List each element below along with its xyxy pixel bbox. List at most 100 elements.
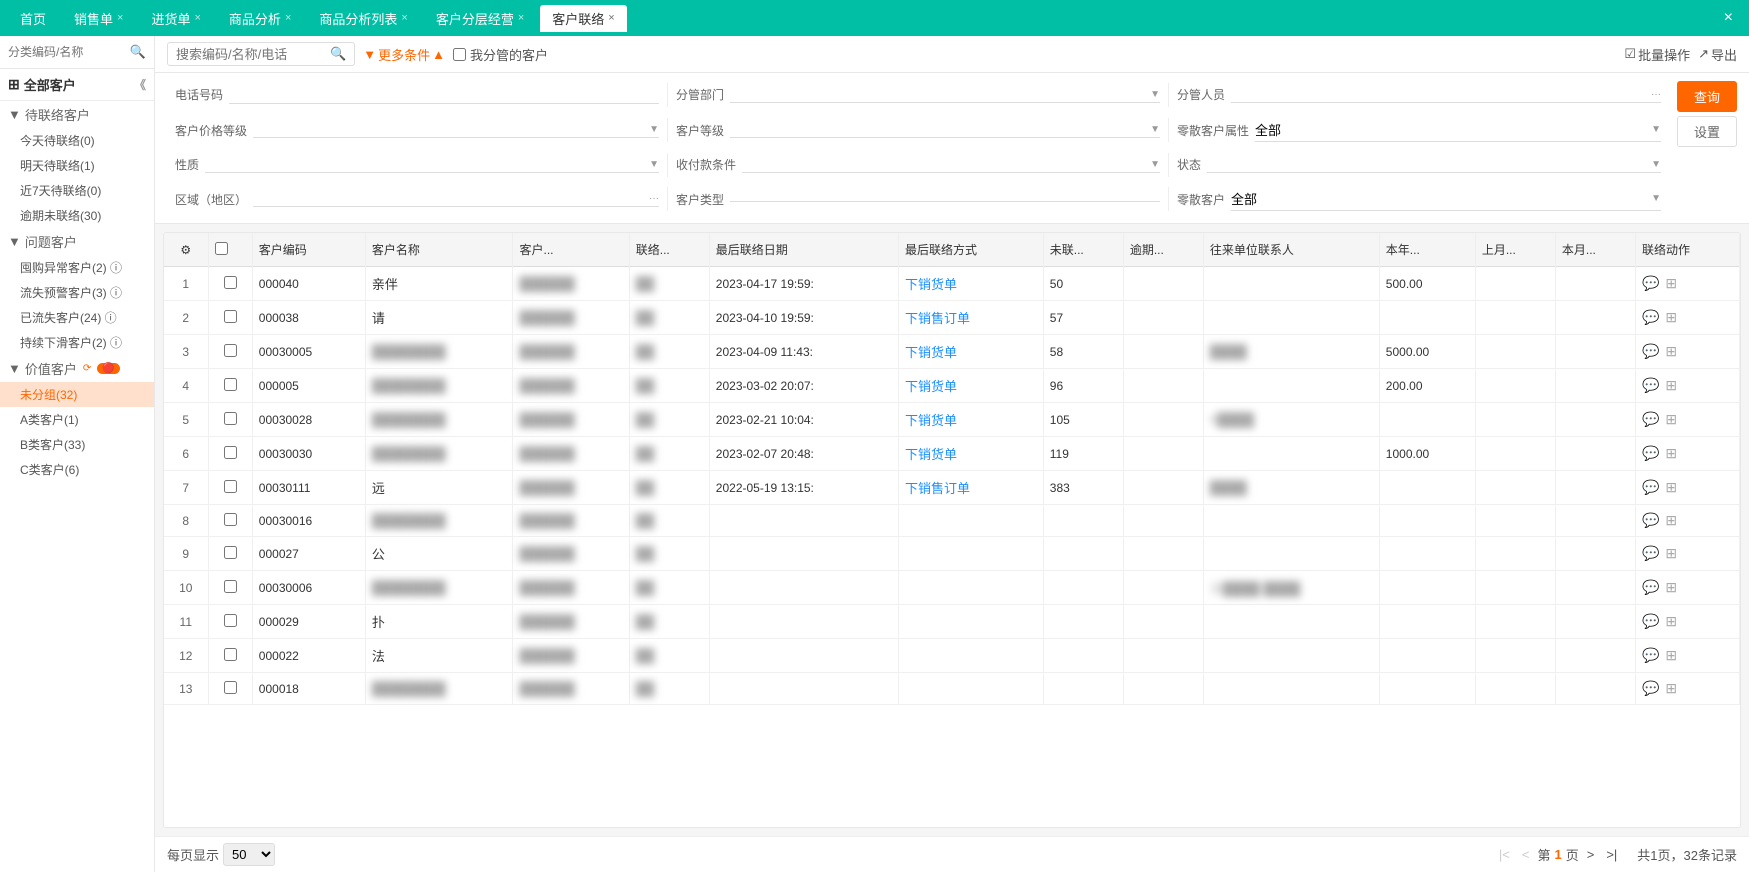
dept-select[interactable]: ▼ [730, 87, 1160, 103]
sidebar-search-input[interactable] [8, 45, 126, 59]
my-customers-checkbox[interactable]: 我分管的客户 [453, 45, 548, 64]
row-checkbox[interactable] [208, 571, 252, 605]
grid-action-icon[interactable]: ⊞ [1665, 579, 1677, 596]
tab-sales-close[interactable]: × [117, 12, 123, 24]
my-customers-check[interactable] [453, 48, 466, 61]
row-checkbox[interactable] [208, 537, 252, 571]
batch-ops-btn[interactable]: ☑ 批量操作 [1624, 45, 1690, 64]
gender-select[interactable]: ▼ [205, 157, 659, 173]
sidebar-search-box[interactable]: 🔍 [0, 36, 154, 69]
sidebar-item-today[interactable]: 今天待联络(0) [0, 128, 154, 153]
chat-icon[interactable]: 💬 [1642, 275, 1659, 292]
reset-button[interactable]: 设置 [1677, 116, 1737, 147]
last-page-btn[interactable]: >| [1602, 846, 1621, 863]
tab-home[interactable]: 首页 [8, 5, 58, 32]
chat-icon[interactable]: 💬 [1642, 579, 1659, 596]
sidebar-group-value[interactable]: ▼ 价值客户 ⟳ 🔴 [0, 355, 154, 382]
chat-icon[interactable]: 💬 [1642, 479, 1659, 496]
row-checkbox[interactable] [208, 335, 252, 369]
chat-icon[interactable]: 💬 [1642, 343, 1659, 360]
chat-icon[interactable]: 💬 [1642, 309, 1659, 326]
tab-customer-segment[interactable]: 客户分层经营 × [424, 5, 536, 32]
cust-level-select[interactable]: ▼ [730, 122, 1160, 138]
row-checkbox[interactable] [208, 471, 252, 505]
row-checkbox[interactable] [208, 605, 252, 639]
tab-product-analysis[interactable]: 商品分析 × [217, 5, 303, 32]
grid-action-icon[interactable]: ⊞ [1665, 613, 1677, 630]
chat-icon[interactable]: 💬 [1642, 512, 1659, 529]
chat-icon[interactable]: 💬 [1642, 613, 1659, 630]
row-checkbox[interactable] [208, 403, 252, 437]
row-checkbox[interactable] [208, 505, 252, 537]
page-size-dropdown[interactable]: 50 100 200 [223, 843, 275, 866]
row-checkbox[interactable] [208, 639, 252, 673]
tab-product-analysis-close[interactable]: × [285, 12, 291, 24]
tab-customer-contact[interactable]: 客户联络 × [540, 5, 626, 32]
sidebar-item-declining[interactable]: 持续下滑客户(2) ⓘ [0, 330, 154, 355]
sidebar-item-ungrouped[interactable]: 未分组(32) [0, 382, 154, 407]
grid-action-icon[interactable]: ⊞ [1665, 275, 1677, 292]
chat-icon[interactable]: 💬 [1642, 647, 1659, 664]
next-page-btn[interactable]: > [1583, 846, 1599, 863]
retail-attr-select[interactable]: 全部 ▼ [1255, 118, 1661, 142]
row-checkbox[interactable] [208, 437, 252, 471]
chat-icon[interactable]: 💬 [1642, 445, 1659, 462]
col-checkbox[interactable] [208, 233, 252, 267]
status-select[interactable]: ▼ [1207, 157, 1661, 173]
search-input[interactable] [176, 47, 326, 62]
tab-purchase-close[interactable]: × [194, 12, 200, 24]
chat-icon[interactable]: 💬 [1642, 377, 1659, 394]
grid-action-icon[interactable]: ⊞ [1665, 411, 1677, 428]
retail-cust-select[interactable]: 全部 ▼ [1231, 187, 1661, 211]
chat-icon[interactable]: 💬 [1642, 680, 1659, 697]
export-btn[interactable]: ↗ 导出 [1698, 45, 1737, 64]
sidebar-item-week[interactable]: 近7天待联络(0) [0, 178, 154, 203]
select-all-checkbox[interactable] [215, 242, 228, 255]
sidebar-item-a-class[interactable]: A类客户(1) [0, 407, 154, 432]
grid-action-icon[interactable]: ⊞ [1665, 545, 1677, 562]
sidebar-group-pending[interactable]: ▼ 待联络客户 [0, 101, 154, 128]
payment-select[interactable]: ▼ [742, 157, 1160, 173]
query-button[interactable]: 查询 [1677, 81, 1737, 112]
sidebar-item-churn-warn[interactable]: 流失预警客户(3) ⓘ [0, 280, 154, 305]
tab-product-list-close[interactable]: × [401, 12, 407, 24]
row-checkbox[interactable] [208, 673, 252, 705]
row-checkbox[interactable] [208, 301, 252, 335]
close-all-tabs[interactable]: × [1716, 9, 1741, 27]
chat-icon[interactable]: 💬 [1642, 545, 1659, 562]
tab-customer-contact-close[interactable]: × [608, 12, 614, 24]
grid-action-icon[interactable]: ⊞ [1665, 680, 1677, 697]
col-settings[interactable]: ⚙ [164, 233, 208, 267]
sidebar-item-hoarding[interactable]: 囤购异常客户(2) ⓘ [0, 255, 154, 280]
grid-action-icon[interactable]: ⊞ [1665, 309, 1677, 326]
tab-sales[interactable]: 销售单 × [62, 5, 135, 32]
grid-action-icon[interactable]: ⊞ [1665, 479, 1677, 496]
tab-customer-segment-close[interactable]: × [518, 12, 524, 24]
chat-icon[interactable]: 💬 [1642, 411, 1659, 428]
grid-action-icon[interactable]: ⊞ [1665, 512, 1677, 529]
region-select[interactable]: ··· [253, 191, 659, 207]
grid-action-icon[interactable]: ⊞ [1665, 377, 1677, 394]
sidebar-item-churned[interactable]: 已流失客户(24) ⓘ [0, 305, 154, 330]
staff-select[interactable]: ··· [1231, 87, 1661, 103]
sidebar-item-b-class[interactable]: B类客户(33) [0, 432, 154, 457]
more-conditions-btn[interactable]: ▼ 更多条件 ▲ [363, 45, 445, 64]
grid-action-icon[interactable]: ⊞ [1665, 445, 1677, 462]
grid-action-icon[interactable]: ⊞ [1665, 343, 1677, 360]
phone-input[interactable] [229, 85, 659, 104]
price-level-select[interactable]: ▼ [253, 122, 659, 138]
sidebar-all-customers[interactable]: ⊞ 全部客户 《 [0, 69, 154, 101]
row-checkbox[interactable] [208, 369, 252, 403]
sidebar-item-overdue[interactable]: 逾期未联络(30) [0, 203, 154, 228]
tab-purchase[interactable]: 进货单 × [139, 5, 212, 32]
sidebar-item-c-class[interactable]: C类客户(6) [0, 457, 154, 482]
cust-type-select[interactable] [730, 197, 1160, 202]
search-box[interactable]: 🔍 [167, 42, 355, 66]
grid-action-icon[interactable]: ⊞ [1665, 647, 1677, 664]
first-page-btn[interactable]: |< [1495, 846, 1514, 863]
sidebar-search-icon[interactable]: 🔍 [130, 44, 146, 60]
search-icon[interactable]: 🔍 [330, 46, 346, 62]
tab-product-list[interactable]: 商品分析列表 × [307, 5, 419, 32]
sidebar-item-tomorrow[interactable]: 明天待联络(1) [0, 153, 154, 178]
prev-page-btn[interactable]: < [1518, 846, 1534, 863]
